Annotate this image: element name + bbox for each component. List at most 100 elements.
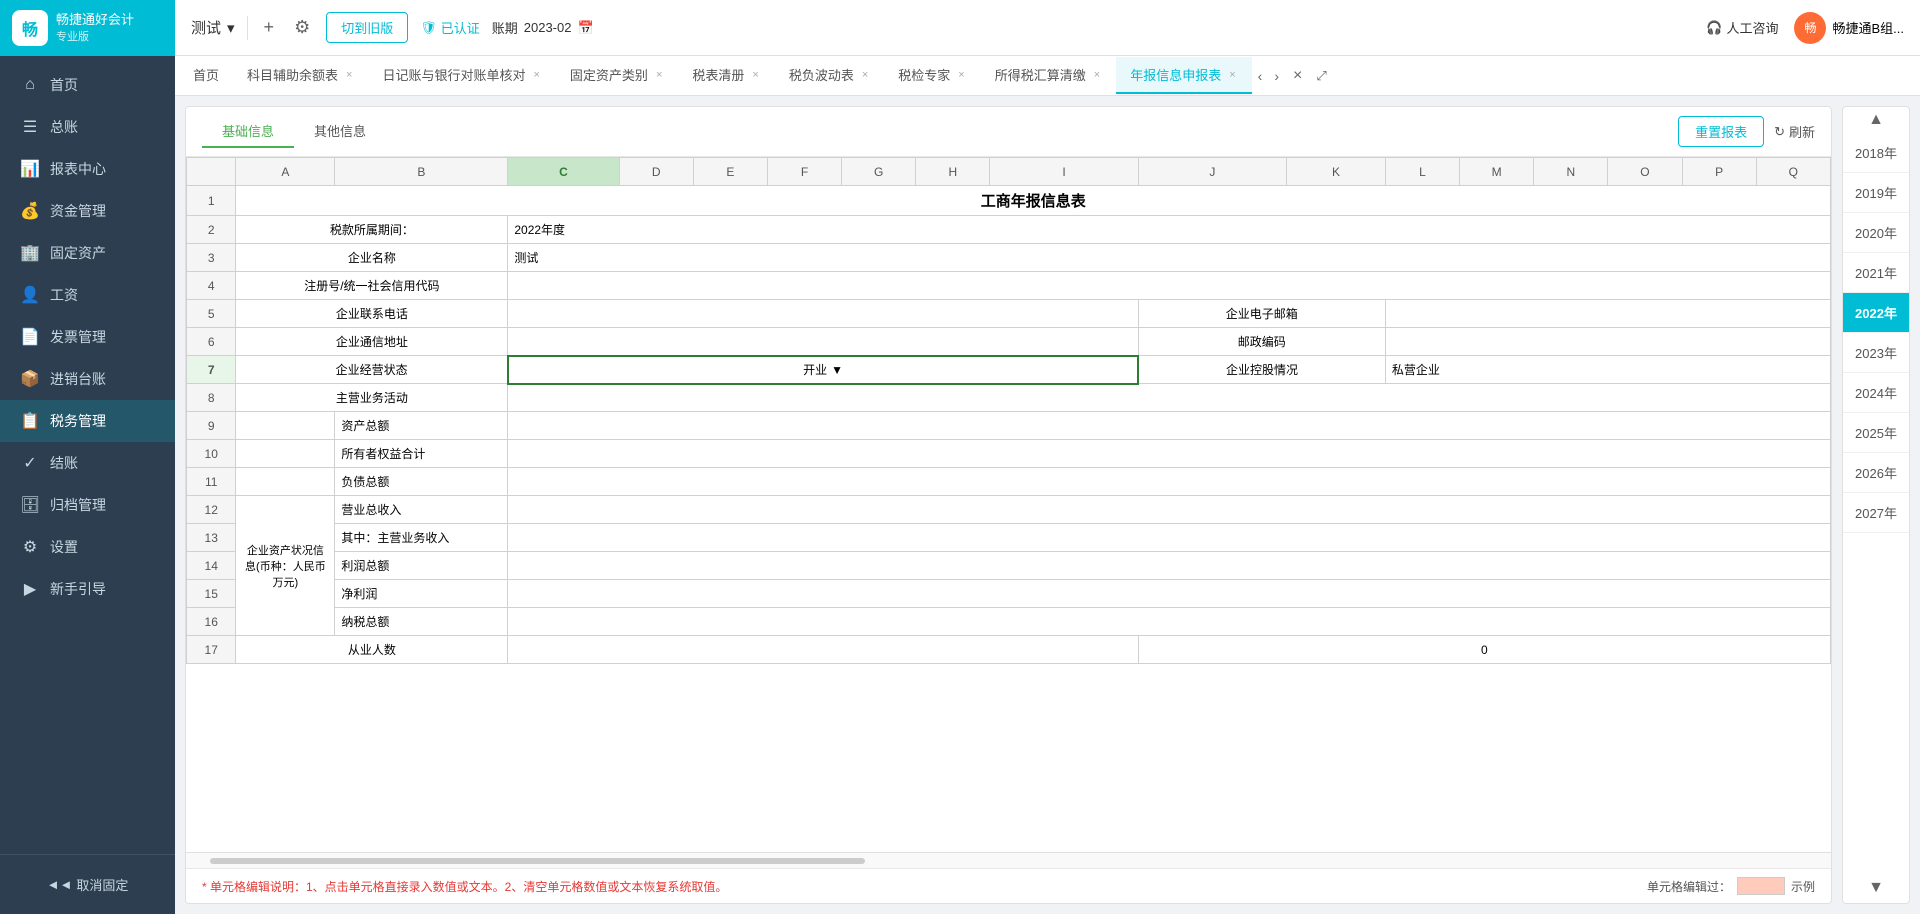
tab-incometax-close[interactable]: × [1092, 68, 1102, 82]
employees-num-cell[interactable]: 0 [1138, 636, 1830, 664]
total-asset-value-cell[interactable] [508, 412, 1831, 440]
biz-status-value-cell[interactable]: 开业 ▼ [508, 356, 1138, 384]
email-label-cell: 企业电子邮箱 [1138, 300, 1385, 328]
tab-aux-close[interactable]: × [344, 68, 354, 82]
equity-value-cell[interactable] [508, 440, 1831, 468]
sidebar-item-finance[interactable]: 💰 资金管理 [0, 190, 175, 232]
sidebar-item-archive[interactable]: 🗄 归档管理 [0, 484, 175, 526]
sidebar-item-invoice[interactable]: 📄 发票管理 [0, 316, 175, 358]
tab-aux[interactable]: 科目辅助余额表 × [233, 57, 368, 94]
tab-yearreport-label: 年报信息申报表 [1130, 65, 1221, 84]
table-row: 15 净利润 [187, 580, 1831, 608]
tax-period-value-cell[interactable]: 2022年度 [508, 216, 1831, 244]
sidebar-item-tax[interactable]: 📋 税务管理 [0, 400, 175, 442]
row-num: 5 [187, 300, 236, 328]
net-profit-value-cell[interactable] [508, 580, 1831, 608]
old-version-button[interactable]: 切到旧版 [326, 12, 408, 43]
tab-home[interactable]: 首页 [179, 57, 233, 94]
sheet-tabs: 基础信息 其他信息 [202, 115, 386, 148]
reg-code-value-cell[interactable] [508, 272, 1831, 300]
year-nav-down-button[interactable]: ▼ [1843, 873, 1909, 903]
sidebar-item-label: 税务管理 [50, 411, 106, 431]
refresh-button[interactable]: ↻ 刷新 [1774, 116, 1815, 147]
tab-journal[interactable]: 日记账与银行对账单核对 × [368, 57, 555, 94]
revenue-value-cell[interactable] [508, 496, 1831, 524]
sidebar-item-guide[interactable]: ▶ 新手引导 [0, 568, 175, 610]
address-value-cell[interactable] [508, 328, 1138, 356]
total-profit-value-cell[interactable] [508, 552, 1831, 580]
sidebar-logo: 畅 畅捷通好会计 专业版 [0, 0, 175, 56]
tab-taxwave-close[interactable]: × [860, 68, 870, 82]
tab-taxwave[interactable]: 税负波动表 × [775, 57, 884, 94]
biz-activity-value-cell[interactable] [508, 384, 1831, 412]
tab-yearreport[interactable]: 年报信息申报表 × [1116, 57, 1251, 94]
spreadsheet-container[interactable]: A B C D E F G H I J K L M [186, 157, 1831, 852]
sidebar-toggle-pin[interactable]: ◄◄ 取消固定 [0, 865, 175, 904]
add-button[interactable]: + [260, 13, 279, 42]
col-header-p: P [1682, 158, 1756, 186]
sidebar-item-checkout[interactable]: ✓ 结账 [0, 442, 175, 484]
company-name-value-cell[interactable]: 测试 [508, 244, 1831, 272]
col-header-f: F [767, 158, 841, 186]
sidebar-item-asset[interactable]: 🏢 固定资产 [0, 232, 175, 274]
cert-shield-icon: 🛡 [420, 20, 437, 36]
year-item-2022[interactable]: 2022年 [1843, 293, 1909, 333]
holdings-value-cell[interactable]: 私营企业 [1385, 356, 1830, 384]
sheet-actions: 重置报表 ↻ 刷新 [1678, 116, 1815, 147]
cert-label: 已认证 [441, 18, 480, 37]
sidebar-item-report[interactable]: 📊 报表中心 [0, 148, 175, 190]
tax-total-value-cell[interactable] [508, 608, 1831, 636]
email-value-cell[interactable] [1385, 300, 1830, 328]
tab-asset[interactable]: 固定资产类别 × [556, 57, 678, 94]
phone-value-cell[interactable] [508, 300, 1138, 328]
sidebar-item-inout[interactable]: 📦 进销台账 [0, 358, 175, 400]
tab-incometax-label: 所得税汇算清缴 [995, 65, 1086, 84]
tab-taxlist-close[interactable]: × [750, 68, 760, 82]
year-item-2025[interactable]: 2025年 [1843, 413, 1909, 453]
employees-value-cell[interactable] [508, 636, 1138, 664]
row-num: 3 [187, 244, 236, 272]
customer-service-button[interactable]: 🎧 人工咨询 [1706, 18, 1778, 37]
sidebar-item-wage[interactable]: 👤 工资 [0, 274, 175, 316]
year-item-2027[interactable]: 2027年 [1843, 493, 1909, 533]
sidebar-item-home[interactable]: ⌂ 首页 [0, 64, 175, 106]
sheet-title-cell[interactable]: 工商年报信息表 [236, 186, 1831, 216]
equity-label-cell: 所有者权益合计 [335, 440, 508, 468]
year-item-2019[interactable]: 2019年 [1843, 173, 1909, 213]
tab-yearreport-close[interactable]: × [1227, 68, 1237, 82]
tab-taxcheck[interactable]: 税检专家 × [884, 57, 980, 94]
col-header-q: Q [1756, 158, 1830, 186]
reset-report-button[interactable]: 重置报表 [1678, 116, 1764, 147]
year-item-2024[interactable]: 2024年 [1843, 373, 1909, 413]
liability-value-cell[interactable] [508, 468, 1831, 496]
sheet-tab-other[interactable]: 其他信息 [294, 115, 386, 148]
tab-journal-close[interactable]: × [531, 68, 541, 82]
main-revenue-value-cell[interactable] [508, 524, 1831, 552]
scrollbar-thumb [210, 858, 865, 864]
tab-expand-button[interactable]: ⤢ [1310, 68, 1332, 84]
horizontal-scrollbar[interactable] [186, 852, 1831, 868]
tab-taxlist[interactable]: 税表清册 × [678, 57, 774, 94]
row-num: 13 [187, 524, 236, 552]
year-item-2021[interactable]: 2021年 [1843, 253, 1909, 293]
postal-value-cell[interactable] [1385, 328, 1830, 356]
year-item-2018[interactable]: 2018年 [1843, 133, 1909, 173]
tab-nav-prev[interactable]: ‹ [1252, 68, 1269, 84]
user-menu[interactable]: 畅 畅捷通B组... [1794, 12, 1904, 44]
tab-close-all-button[interactable]: × [1285, 67, 1310, 85]
calendar-icon[interactable]: 📅 [577, 20, 593, 36]
year-item-2020[interactable]: 2020年 [1843, 213, 1909, 253]
year-item-2026[interactable]: 2026年 [1843, 453, 1909, 493]
company-selector[interactable]: 测试 ▾ [191, 17, 235, 38]
sheet-tab-basic[interactable]: 基础信息 [202, 115, 294, 148]
settings-gear-icon[interactable]: ⚙ [290, 13, 314, 42]
company-name-label-cell: 企业名称 [236, 244, 508, 272]
tab-incometax[interactable]: 所得税汇算清缴 × [981, 57, 1116, 94]
sidebar-item-settings[interactable]: ⚙ 设置 [0, 526, 175, 568]
tab-asset-close[interactable]: × [654, 68, 664, 82]
tab-taxcheck-close[interactable]: × [956, 68, 966, 82]
sidebar-item-ledger[interactable]: ☰ 总账 [0, 106, 175, 148]
year-nav-up-button[interactable]: ▲ [1843, 107, 1909, 133]
tab-nav-next[interactable]: › [1268, 68, 1285, 84]
year-item-2023[interactable]: 2023年 [1843, 333, 1909, 373]
